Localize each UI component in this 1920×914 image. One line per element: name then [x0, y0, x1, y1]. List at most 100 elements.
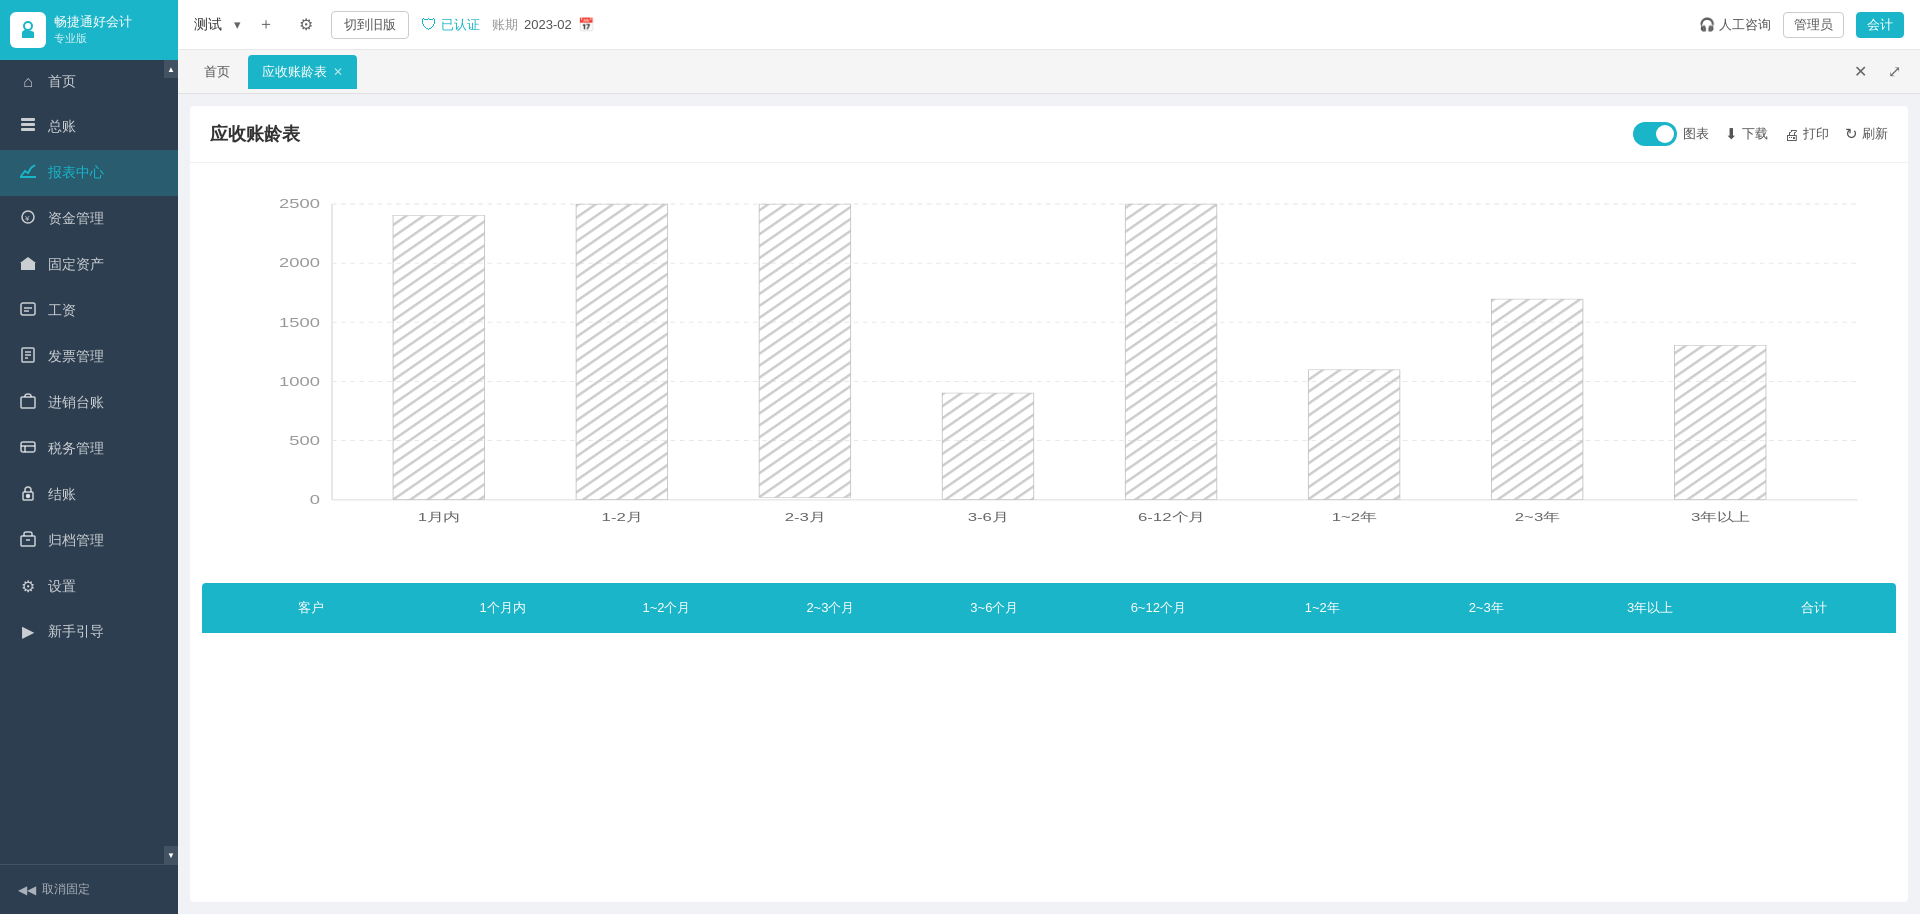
- svg-rect-2: [21, 118, 35, 121]
- tutorial-icon: ▶: [18, 622, 38, 641]
- svg-text:1-2月: 1-2月: [602, 510, 643, 523]
- sidebar-item-tax[interactable]: 税务管理: [0, 426, 178, 472]
- sidebar: 畅捷通好会计 专业版 ▲ ⌂ 首页 总账: [0, 0, 178, 914]
- workspace-dropdown-btn[interactable]: ▾: [234, 17, 241, 32]
- sidebar-logo: 畅捷通好会计 专业版: [0, 0, 178, 60]
- consult-btn[interactable]: 🎧 人工咨询: [1699, 16, 1771, 34]
- bar-1-2-month: [576, 204, 668, 500]
- period-info: 账期 2023-02 📅: [492, 16, 594, 34]
- header-actions: ▾ ＋ ⚙ 切到旧版: [234, 10, 409, 40]
- th-customer: 客户: [202, 583, 421, 633]
- th-2-3month: 2~3个月: [748, 583, 912, 633]
- certified-label: 已认证: [441, 16, 480, 34]
- svg-text:2~3年: 2~3年: [1515, 510, 1560, 523]
- page-inner: 应收账龄表 图表 ⬇ 下载 🖨 打印 ↻: [190, 106, 1908, 902]
- sidebar-scroll-down[interactable]: ▼: [164, 846, 178, 864]
- sidebar-item-payroll[interactable]: 工资: [0, 288, 178, 334]
- tab-home[interactable]: 首页: [190, 55, 244, 89]
- sidebar-item-reports[interactable]: 报表中心: [0, 150, 178, 196]
- tab-close-window-btn[interactable]: ✕: [1846, 58, 1874, 86]
- th-6-12month: 6~12个月: [1076, 583, 1240, 633]
- app-sub: 专业版: [54, 31, 132, 46]
- svg-text:3年以上: 3年以上: [1691, 510, 1749, 523]
- bar-2-3-month: [759, 204, 851, 497]
- sidebar-label-assets: 固定资产: [48, 256, 104, 274]
- svg-text:2500: 2500: [279, 197, 320, 211]
- tab-close-btn[interactable]: ✕: [333, 65, 343, 79]
- closing-icon: [18, 485, 38, 505]
- settings-icon: ⚙: [18, 577, 38, 596]
- sidebar-label-settings: 设置: [48, 578, 76, 596]
- home-icon: ⌂: [18, 73, 38, 91]
- svg-text:1000: 1000: [279, 374, 320, 388]
- svg-rect-17: [21, 397, 35, 408]
- headset-icon: 🎧: [1699, 17, 1715, 32]
- svg-text:1500: 1500: [279, 315, 320, 329]
- th-3plus: 3年以上: [1568, 583, 1732, 633]
- consult-label: 人工咨询: [1719, 16, 1771, 34]
- download-icon: ⬇: [1725, 125, 1738, 143]
- certified-icon: 🛡: [421, 16, 437, 34]
- cancel-fixed-btn[interactable]: ◀◀ 取消固定: [10, 875, 168, 904]
- sidebar-item-archive[interactable]: 归档管理: [0, 518, 178, 564]
- sidebar-item-settings[interactable]: ⚙ 设置: [0, 564, 178, 609]
- sidebar-footer: ◀◀ 取消固定: [0, 864, 178, 914]
- sidebar-item-assets[interactable]: 固定资产: [0, 242, 178, 288]
- sidebar-item-purchase[interactable]: 进销台账: [0, 380, 178, 426]
- sidebar-label-home: 首页: [48, 73, 76, 91]
- print-btn[interactable]: 🖨 打印: [1784, 125, 1829, 143]
- top-header: 测试 ▾ ＋ ⚙ 切到旧版 🛡 已认证 账期 2023-02 📅 🎧 人工咨询 …: [178, 0, 1920, 50]
- period-value: 2023-02: [524, 17, 572, 32]
- svg-text:3-6月: 3-6月: [968, 510, 1009, 523]
- svg-rect-10: [21, 303, 35, 315]
- add-workspace-btn[interactable]: ＋: [251, 10, 281, 40]
- download-btn[interactable]: ⬇ 下载: [1725, 125, 1768, 143]
- svg-text:1月内: 1月内: [418, 510, 460, 523]
- toggle-label: 图表: [1683, 125, 1709, 143]
- tab-expand-btn[interactable]: ⤢: [1880, 58, 1908, 86]
- th-1-2year: 1~2年: [1240, 583, 1404, 633]
- sidebar-item-capital[interactable]: ¥ 资金管理: [0, 196, 178, 242]
- sidebar-label-ledger: 总账: [48, 118, 76, 136]
- app-logo-icon: [10, 12, 46, 48]
- sidebar-item-tutorial[interactable]: ▶ 新手引导: [0, 609, 178, 654]
- svg-text:¥: ¥: [24, 214, 30, 223]
- svg-text:1~2年: 1~2年: [1332, 510, 1377, 523]
- page-header: 应收账龄表 图表 ⬇ 下载 🖨 打印 ↻: [190, 106, 1908, 163]
- refresh-label: 刷新: [1862, 125, 1888, 143]
- sidebar-item-closing[interactable]: 结账: [0, 472, 178, 518]
- accountant-badge[interactable]: 会计: [1856, 12, 1904, 38]
- svg-text:0: 0: [310, 493, 320, 507]
- sidebar-scroll-up[interactable]: ▲: [164, 60, 178, 78]
- workspace-name: 测试: [194, 16, 222, 34]
- tab-ar-aging[interactable]: 应收账龄表 ✕: [248, 55, 357, 89]
- certified-badge: 🛡 已认证: [421, 16, 480, 34]
- download-label: 下载: [1742, 125, 1768, 143]
- svg-point-22: [27, 495, 30, 498]
- svg-text:6-12个月: 6-12个月: [1138, 510, 1204, 523]
- cancel-fixed-label: 取消固定: [42, 881, 90, 898]
- calendar-icon[interactable]: 📅: [578, 17, 594, 32]
- settings-gear-btn[interactable]: ⚙: [291, 10, 321, 40]
- bar-3plus-year: [1674, 346, 1766, 500]
- print-icon: 🖨: [1784, 126, 1799, 143]
- sidebar-item-home[interactable]: ⌂ 首页: [0, 60, 178, 104]
- sidebar-nav: ▲ ⌂ 首页 总账 报表中心: [0, 60, 178, 864]
- tab-bar: 首页 应收账龄表 ✕ ✕ ⤢: [178, 50, 1920, 94]
- page-toolbar: 图表 ⬇ 下载 🖨 打印 ↻ 刷新: [1633, 122, 1888, 146]
- sidebar-label-closing: 结账: [48, 486, 76, 504]
- svg-rect-18: [21, 442, 35, 452]
- switch-version-btn[interactable]: 切到旧版: [331, 11, 409, 39]
- sidebar-item-invoice[interactable]: 发票管理: [0, 334, 178, 380]
- manager-badge[interactable]: 管理员: [1783, 12, 1844, 38]
- th-total: 合计: [1732, 583, 1896, 633]
- bar-3-6-month: [942, 393, 1034, 500]
- svg-marker-9: [20, 257, 36, 263]
- tax-icon: [18, 439, 38, 459]
- chart-toggle[interactable]: [1633, 122, 1677, 146]
- sidebar-item-ledger[interactable]: 总账: [0, 104, 178, 150]
- svg-rect-8: [21, 263, 35, 270]
- refresh-btn[interactable]: ↻ 刷新: [1845, 125, 1888, 143]
- sidebar-label-purchase: 进销台账: [48, 394, 104, 412]
- page-content: 应收账龄表 图表 ⬇ 下载 🖨 打印 ↻: [178, 94, 1920, 914]
